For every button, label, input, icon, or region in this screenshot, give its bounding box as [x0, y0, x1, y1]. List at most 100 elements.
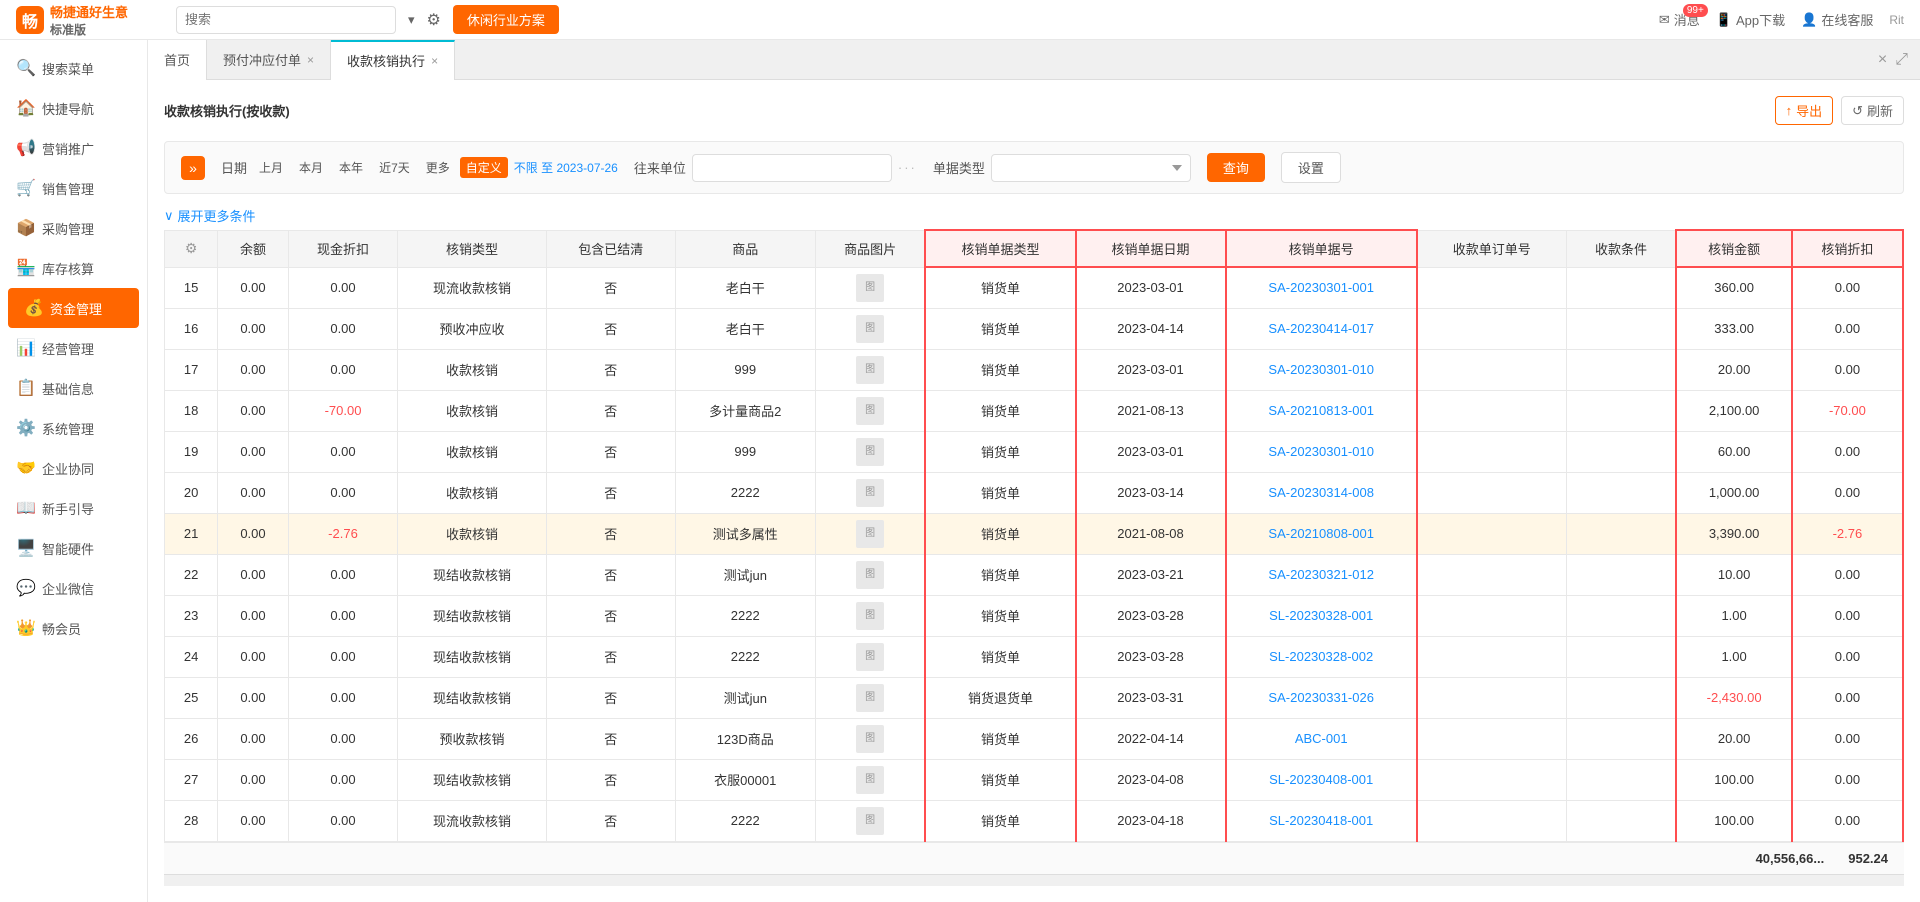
tab-home[interactable]: 首页 [148, 40, 207, 80]
sidebar-label-quick-nav: 快捷导航 [42, 99, 94, 118]
cell-cancel-doc-type: 销货单 [925, 595, 1075, 636]
cell-cancel-doc-date: 2021-08-13 [1076, 390, 1226, 431]
sidebar-item-quick-nav[interactable]: 🏠 快捷导航 [0, 88, 147, 128]
sidebar-item-operation[interactable]: 📊 经营管理 [0, 328, 147, 368]
sidebar-item-guide[interactable]: 📖 新手引导 [0, 488, 147, 528]
cancel-doc-no-link[interactable]: SA-20230331-026 [1268, 690, 1374, 705]
message-button[interactable]: ✉ 消息 99+ [1659, 10, 1700, 29]
cancel-doc-no-link[interactable]: SL-20230408-001 [1269, 772, 1373, 787]
filter-date-btn-last-month[interactable]: 上月 [253, 157, 289, 178]
tab-prepay-close-icon[interactable]: × [307, 53, 314, 67]
page-title-actions: ↑ 导出 ↺ 刷新 [1775, 96, 1904, 125]
global-search-input[interactable] [176, 6, 396, 34]
search-dropdown-icon[interactable]: ▾ [408, 12, 415, 28]
edition-label: 标准版 [50, 21, 128, 38]
cell-cancel-discount: -2.76 [1792, 513, 1903, 554]
cell-cancel-amount: -2,430.00 [1676, 677, 1791, 718]
cancel-doc-no-link[interactable]: SA-20210813-001 [1268, 403, 1374, 418]
cancel-doc-no-link[interactable]: SA-20210808-001 [1268, 526, 1374, 541]
tab-receipt-cancel[interactable]: 收款核销执行 × [331, 40, 455, 80]
cell-no: 20 [165, 472, 218, 513]
cancel-doc-no-link[interactable]: SA-20230301-010 [1268, 444, 1374, 459]
sidebar-item-marketing[interactable]: 📢 营销推广 [0, 128, 147, 168]
cell-include-settled: 否 [546, 390, 675, 431]
filter-doc-type-select[interactable] [991, 154, 1191, 182]
sidebar-item-purchase[interactable]: 📦 采购管理 [0, 208, 147, 248]
query-button[interactable]: 查询 [1207, 153, 1265, 182]
sidebar-item-search-menu[interactable]: 🔍 搜索菜单 [0, 48, 147, 88]
table-settings-icon[interactable]: ⚙ [185, 240, 198, 256]
sidebar-item-basic-info[interactable]: 📋 基础信息 [0, 368, 147, 408]
cell-cancel-type: 现结收款核销 [398, 677, 547, 718]
table-row: 18 0.00 -70.00 收款核销 否 多计量商品2 图 销货单 2021-… [165, 390, 1904, 431]
cancel-doc-no-link[interactable]: SA-20230301-010 [1268, 362, 1374, 377]
cancel-doc-no-link[interactable]: SA-20230314-008 [1268, 485, 1374, 500]
online-service-button[interactable]: 👤 在线客服 [1801, 10, 1873, 29]
cell-include-settled: 否 [546, 472, 675, 513]
cell-balance: 0.00 [218, 595, 289, 636]
filter-expand-button[interactable]: » [181, 156, 205, 180]
filter-setting-button[interactable]: 设置 [1281, 152, 1341, 183]
cell-receipt-order-no [1417, 267, 1566, 308]
tab-prepay[interactable]: 预付冲应付单 × [207, 40, 331, 80]
cancel-doc-no-link[interactable]: SL-20230328-001 [1269, 608, 1373, 623]
expand-more-button[interactable]: ∨ 展开更多条件 [164, 206, 1904, 225]
sidebar-item-inventory[interactable]: 🏪 库存核算 [0, 248, 147, 288]
tab-close-all-icon[interactable]: × [1878, 51, 1887, 69]
col-header-cancel-type: 核销类型 [398, 230, 547, 267]
settings-icon[interactable]: ⚙ [427, 10, 441, 30]
cell-cancel-doc-date: 2023-03-14 [1076, 472, 1226, 513]
inventory-icon: 🏪 [16, 258, 34, 278]
sidebar-item-system[interactable]: ⚙️ 系统管理 [0, 408, 147, 448]
sidebar-item-sales[interactable]: 🛒 销售管理 [0, 168, 147, 208]
smart-hw-icon: 🖥️ [16, 538, 34, 558]
cell-no: 18 [165, 390, 218, 431]
cancel-doc-no-link[interactable]: SA-20230414-017 [1268, 321, 1374, 336]
export-button[interactable]: ↑ 导出 [1775, 96, 1834, 125]
sidebar-item-finance[interactable]: 💰 资金管理 [8, 288, 139, 328]
cell-cancel-doc-no: SA-20210813-001 [1226, 390, 1417, 431]
cell-receipt-order-no [1417, 759, 1566, 800]
member-icon: 👑 [16, 618, 34, 638]
cell-product-img: 图 [815, 677, 925, 718]
col-header-settings[interactable]: ⚙ [165, 230, 218, 267]
filter-date-btn-custom[interactable]: 自定义 [460, 157, 508, 178]
col-header-include-settled: 包含已结清 [546, 230, 675, 267]
sidebar-item-enterprise[interactable]: 🤝 企业协同 [0, 448, 147, 488]
cancel-doc-no-link[interactable]: SA-20230301-001 [1268, 280, 1374, 295]
cancel-doc-no-link[interactable]: SA-20230321-012 [1268, 567, 1374, 582]
app-download-button[interactable]: 📱 App下载 [1716, 10, 1785, 29]
cell-cancel-type: 现流收款核销 [398, 800, 547, 841]
sidebar-item-member[interactable]: 👑 畅会员 [0, 608, 147, 648]
cell-receipt-condition [1566, 677, 1676, 718]
cancel-doc-no-link[interactable]: ABC-001 [1295, 731, 1348, 746]
industry-solution-button[interactable]: 休闲行业方案 [453, 5, 559, 34]
filter-date-btn-this-month[interactable]: 本月 [293, 157, 329, 178]
finance-icon: 💰 [24, 298, 42, 318]
filter-date-btn-7days[interactable]: 近7天 [373, 157, 416, 178]
cancel-doc-no-link[interactable]: SL-20230418-001 [1269, 813, 1373, 828]
scroll-bar[interactable] [164, 874, 1904, 886]
cell-include-settled: 否 [546, 718, 675, 759]
cell-cancel-amount: 2,100.00 [1676, 390, 1791, 431]
cell-cancel-amount: 10.00 [1676, 554, 1791, 595]
cancel-doc-no-link[interactable]: SL-20230328-002 [1269, 649, 1373, 664]
cell-include-settled: 否 [546, 595, 675, 636]
service-icon: 👤 [1801, 12, 1817, 28]
expand-more-icon: ∨ [164, 208, 174, 224]
user-name[interactable]: Rit [1889, 13, 1904, 27]
sidebar-item-smart-hw[interactable]: 🖥️ 智能硬件 [0, 528, 147, 568]
cell-product-img: 图 [815, 472, 925, 513]
sidebar-item-wechat[interactable]: 💬 企业微信 [0, 568, 147, 608]
table-row: 17 0.00 0.00 收款核销 否 999 图 销货单 2023-03-01… [165, 349, 1904, 390]
tab-bar: 首页 预付冲应付单 × 收款核销执行 × × ⤢ [148, 40, 1920, 80]
tab-receipt-cancel-close-icon[interactable]: × [431, 54, 438, 68]
filter-date-btn-this-year[interactable]: 本年 [333, 157, 369, 178]
cell-cancel-doc-no: SA-20230301-010 [1226, 431, 1417, 472]
cell-cancel-discount: 0.00 [1792, 349, 1903, 390]
filter-counterpart-input[interactable] [692, 154, 892, 182]
cell-receipt-order-no [1417, 513, 1566, 554]
tab-expand-icon[interactable]: ⤢ [1895, 51, 1908, 69]
filter-date-btn-more[interactable]: 更多 [420, 157, 456, 178]
refresh-button[interactable]: ↺ 刷新 [1841, 96, 1904, 125]
